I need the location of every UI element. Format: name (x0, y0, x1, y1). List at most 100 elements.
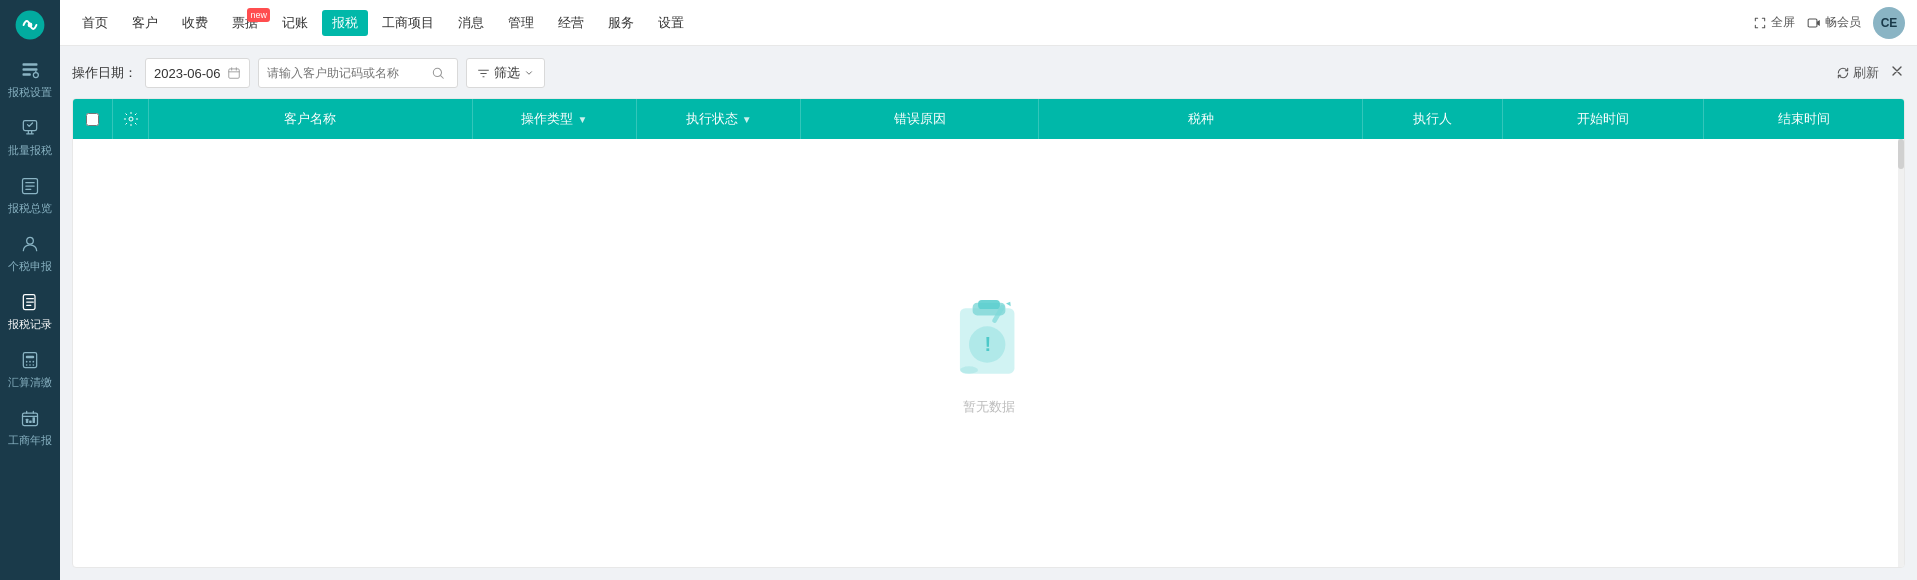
svg-rect-29 (978, 300, 1000, 309)
fullscreen-icon (1753, 16, 1767, 30)
filter-button[interactable]: 筛选 (466, 58, 545, 88)
table-header: 客户名称 操作类型 ▼ 执行状态 ▼ 错误原因 税种 执行人 (73, 99, 1904, 139)
top-nav: 首页 客户 收费 票据 new 记账 报税 工商项目 消息 管理 经营 服务 设… (60, 0, 1917, 46)
date-label: 操作日期： (72, 64, 137, 82)
svg-point-9 (27, 237, 34, 244)
nav-item-clients[interactable]: 客户 (122, 10, 168, 36)
svg-point-18 (33, 364, 35, 366)
table-container: 客户名称 操作类型 ▼ 执行状态 ▼ 错误原因 税种 执行人 (72, 98, 1905, 568)
sidebar-item-personal-tax[interactable]: 个税申报 (0, 224, 60, 282)
close-icon (1889, 63, 1905, 79)
close-button[interactable] (1889, 63, 1905, 83)
nav-item-management[interactable]: 管理 (498, 10, 544, 36)
select-all-checkbox[interactable] (86, 113, 99, 126)
svg-marker-33 (1006, 300, 1013, 306)
refresh-button[interactable]: 刷新 (1836, 64, 1879, 82)
new-badge: new (247, 8, 270, 22)
summary-icon (18, 174, 42, 198)
sort-icon: ▼ (742, 114, 752, 125)
svg-rect-12 (26, 356, 34, 359)
app-logo-icon (14, 9, 46, 41)
batch-icon (18, 116, 42, 140)
calendar-icon (227, 66, 241, 80)
nav-item-tickets[interactable]: 票据 new (222, 10, 268, 36)
member-button[interactable]: 畅会员 (1807, 14, 1861, 31)
sidebar-item-label: 报税总览 (8, 201, 52, 216)
toolbar-right: 刷新 (1836, 63, 1905, 83)
empty-state: ! 暂无数据 (939, 290, 1039, 416)
th-op-type[interactable]: 操作类型 ▼ (473, 99, 637, 139)
sidebar-item-tax-records[interactable]: 报税记录 (0, 282, 60, 340)
scrollbar-thumb[interactable] (1898, 139, 1904, 169)
nav-item-operations[interactable]: 经营 (548, 10, 594, 36)
avatar[interactable]: CE (1873, 7, 1905, 39)
th-tax-type: 税种 (1039, 99, 1363, 139)
annual-icon (18, 406, 42, 430)
search-input-container[interactable] (258, 58, 458, 88)
svg-point-14 (29, 361, 31, 363)
svg-rect-24 (228, 69, 239, 78)
refresh-icon (1836, 66, 1850, 80)
svg-point-34 (959, 366, 977, 373)
sort-icon: ▼ (577, 114, 587, 125)
nav-item-commerce[interactable]: 工商项目 (372, 10, 444, 36)
content-area: 操作日期： 2023-06-06 筛选 (60, 46, 1917, 580)
sidebar-item-annual-report[interactable]: 工商年报 (0, 398, 60, 456)
svg-text:!: ! (984, 333, 991, 355)
svg-point-1 (28, 23, 33, 28)
search-field[interactable] (267, 66, 427, 80)
toolbar: 操作日期： 2023-06-06 筛选 (72, 58, 1905, 88)
chevron-down-icon (524, 68, 534, 78)
settings-icon (18, 58, 42, 82)
svg-point-16 (26, 364, 28, 366)
nav-item-accounts[interactable]: 记账 (272, 10, 318, 36)
th-gear[interactable] (113, 99, 149, 139)
record-icon (18, 290, 42, 314)
th-checkbox[interactable] (73, 99, 113, 139)
svg-rect-19 (23, 413, 38, 426)
sidebar: 报税设置 批量报税 报税总览 个税申报 (0, 0, 60, 580)
filter-icon (477, 67, 490, 80)
fullscreen-button[interactable]: 全屏 (1753, 14, 1795, 31)
sidebar-item-calc-pay[interactable]: 汇算清缴 (0, 340, 60, 398)
nav-item-services[interactable]: 服务 (598, 10, 644, 36)
video-icon (1807, 16, 1821, 30)
svg-point-26 (129, 117, 133, 121)
column-settings-icon (123, 111, 139, 127)
nav-items: 首页 客户 收费 票据 new 记账 报税 工商项目 消息 管理 经营 服务 设… (72, 10, 1753, 36)
sidebar-item-tax-summary[interactable]: 报税总览 (0, 166, 60, 224)
date-picker[interactable]: 2023-06-06 (145, 58, 250, 88)
search-icon (431, 66, 445, 80)
nav-item-settings[interactable]: 设置 (648, 10, 694, 36)
th-exec-status[interactable]: 执行状态 ▼ (637, 99, 801, 139)
th-client-name: 客户名称 (149, 99, 473, 139)
svg-point-17 (29, 364, 31, 366)
sidebar-item-label: 报税记录 (8, 317, 52, 332)
nav-right: 全屏 畅会员 CE (1753, 7, 1905, 39)
main-area: 首页 客户 收费 票据 new 记账 报税 工商项目 消息 管理 经营 服务 设… (60, 0, 1917, 580)
sidebar-item-label: 批量报税 (8, 143, 52, 158)
sidebar-item-label: 汇算清缴 (8, 375, 52, 390)
sidebar-item-batch-tax[interactable]: 批量报税 (0, 108, 60, 166)
scrollbar-track[interactable] (1898, 139, 1904, 567)
sidebar-item-label: 工商年报 (8, 433, 52, 448)
sidebar-item-tax-settings[interactable]: 报税设置 (0, 50, 60, 108)
nav-item-tax[interactable]: 报税 (322, 10, 368, 36)
th-error-reason: 错误原因 (801, 99, 1039, 139)
svg-point-5 (33, 73, 38, 78)
svg-rect-3 (23, 68, 38, 71)
svg-rect-20 (26, 419, 28, 423)
th-start-time: 开始时间 (1503, 99, 1704, 139)
empty-text: 暂无数据 (963, 398, 1015, 416)
sidebar-logo (0, 0, 60, 50)
nav-item-home[interactable]: 首页 (72, 10, 118, 36)
sidebar-item-label: 个税申报 (8, 259, 52, 274)
svg-point-13 (26, 361, 28, 363)
svg-rect-21 (29, 421, 32, 424)
svg-point-15 (33, 361, 35, 363)
nav-item-billing[interactable]: 收费 (172, 10, 218, 36)
svg-rect-4 (23, 73, 31, 76)
person-icon (18, 232, 42, 256)
nav-item-messages[interactable]: 消息 (448, 10, 494, 36)
th-executor: 执行人 (1363, 99, 1503, 139)
